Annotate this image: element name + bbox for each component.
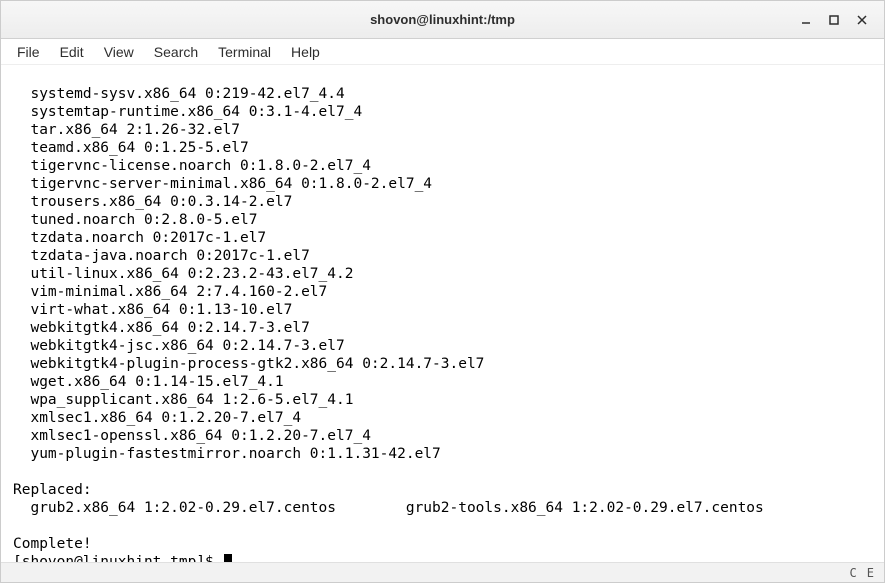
menubar: File Edit View Search Terminal Help <box>1 39 884 65</box>
menu-help[interactable]: Help <box>281 41 330 63</box>
window-title: shovon@linuxhint:/tmp <box>370 12 515 27</box>
minimize-icon <box>800 14 812 26</box>
menu-terminal[interactable]: Terminal <box>208 41 281 63</box>
status-c: C <box>850 566 857 580</box>
close-icon <box>856 14 868 26</box>
replaced-line: grub2.x86_64 1:2.02-0.29.el7.centos grub… <box>13 500 764 516</box>
menu-file[interactable]: File <box>7 41 50 63</box>
terminal-output[interactable]: systemd-sysv.x86_64 0:219-42.el7_4.4 sys… <box>1 65 884 562</box>
titlebar: shovon@linuxhint:/tmp <box>1 1 884 39</box>
menu-search[interactable]: Search <box>144 41 208 63</box>
status-e: E <box>867 566 874 580</box>
maximize-icon <box>828 14 840 26</box>
menu-view[interactable]: View <box>94 41 144 63</box>
maximize-button[interactable] <box>820 7 848 33</box>
close-button[interactable] <box>848 7 876 33</box>
shell-prompt: [shovon@linuxhint tmp]$ <box>13 554 223 562</box>
package-list: systemd-sysv.x86_64 0:219-42.el7_4.4 sys… <box>13 86 484 462</box>
replaced-header: Replaced: <box>13 482 92 498</box>
window-controls <box>792 1 876 38</box>
cursor <box>224 554 232 562</box>
menu-edit[interactable]: Edit <box>50 41 94 63</box>
terminal-window: shovon@linuxhint:/tmp File Edit View Sea… <box>0 0 885 583</box>
complete-line: Complete! <box>13 536 92 552</box>
minimize-button[interactable] <box>792 7 820 33</box>
statusbar: C E <box>1 562 884 582</box>
